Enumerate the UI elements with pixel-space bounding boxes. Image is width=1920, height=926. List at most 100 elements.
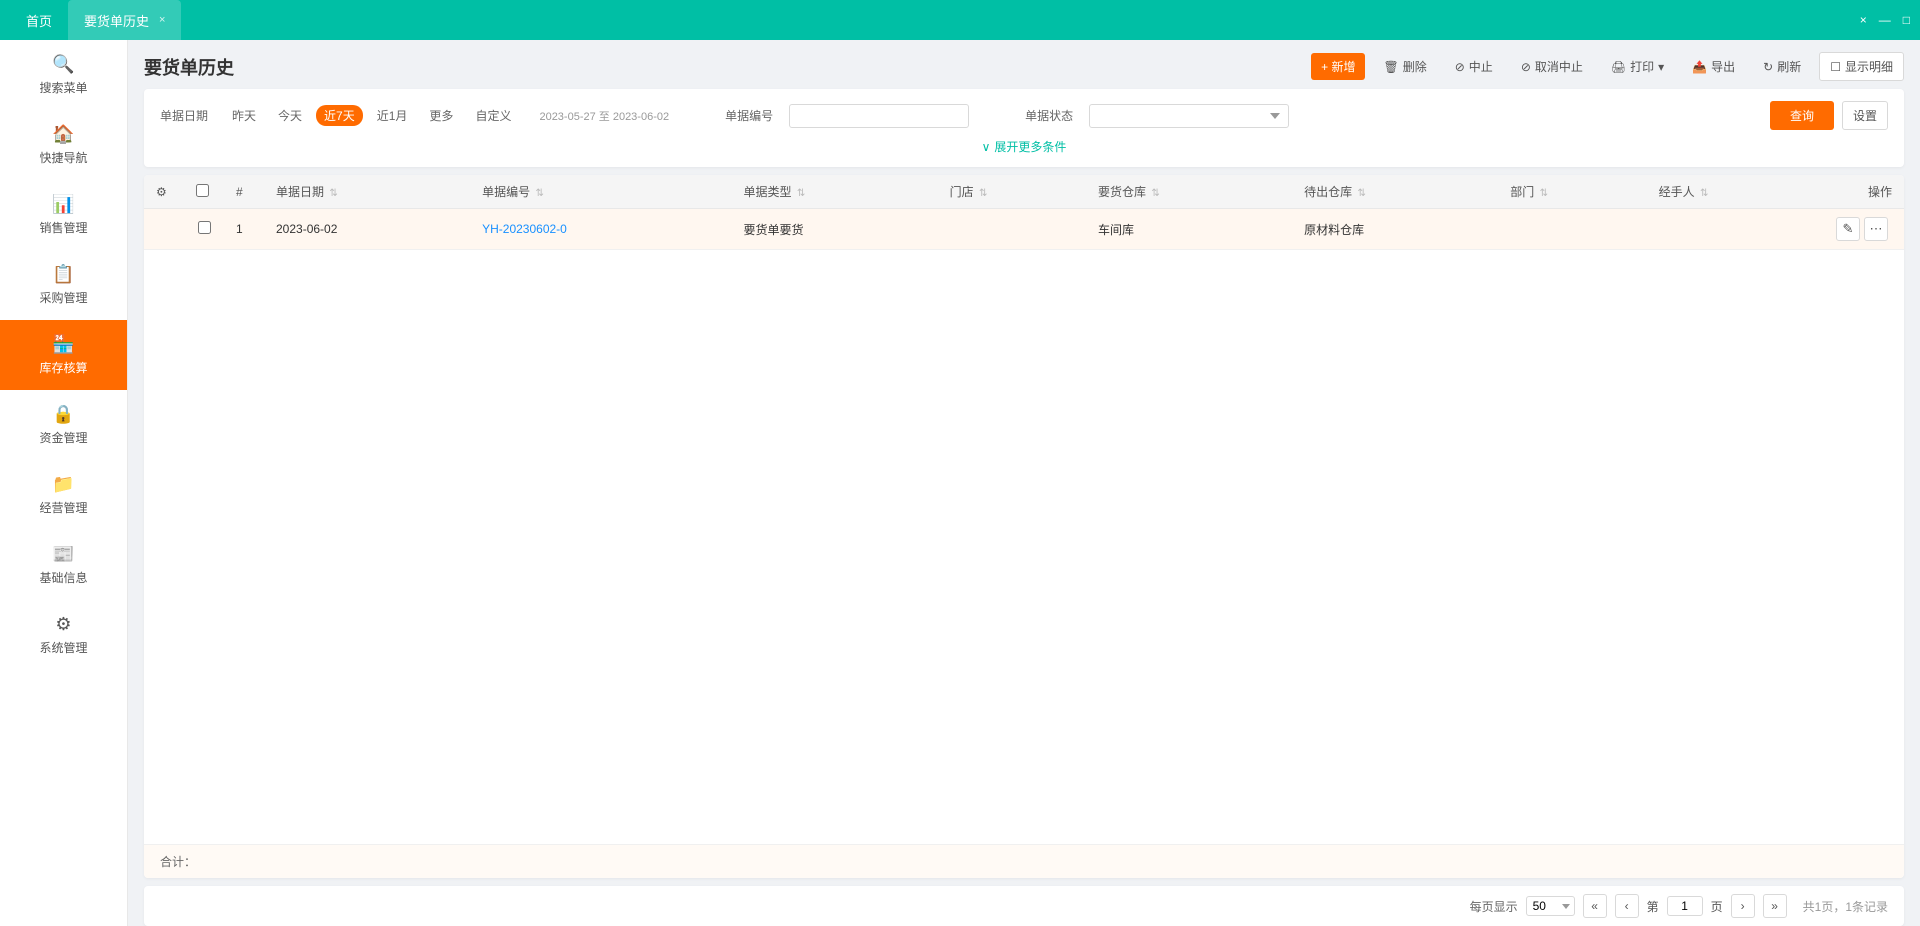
th-store: 门店 ⇅ bbox=[938, 175, 1086, 209]
th-settings[interactable]: ⚙ bbox=[144, 175, 184, 209]
sort-doc-date-icon[interactable]: ⇅ bbox=[329, 188, 337, 199]
sidebar-item-system-mgmt[interactable]: ⚙ 系统管理 bbox=[0, 600, 127, 670]
sort-doc-number-icon[interactable]: ⇅ bbox=[535, 188, 543, 199]
sidebar-item-operations-mgmt[interactable]: 📁 经营管理 bbox=[0, 460, 127, 530]
date-opt-today[interactable]: 今天 bbox=[270, 105, 310, 126]
page-size-select[interactable]: 50 10 20 100 bbox=[1526, 896, 1575, 916]
settings-button[interactable]: 设置 bbox=[1842, 101, 1888, 130]
sort-pending-warehouse-icon[interactable]: ⇅ bbox=[1357, 188, 1365, 199]
date-opt-yesterday[interactable]: 昨天 bbox=[224, 105, 264, 126]
date-opt-more[interactable]: 更多 bbox=[421, 105, 461, 126]
doc-number-input[interactable] bbox=[789, 104, 969, 128]
date-opt-1month[interactable]: 近1月 bbox=[369, 105, 416, 126]
toolbar: + 新增 🗑 删除 ⊘ 中止 ⊘ 取消中止 🖨 打印 ▾ 📤 导出 bbox=[1311, 52, 1904, 81]
tab-home[interactable]: 首页 bbox=[10, 0, 68, 40]
sidebar-item-search-menu[interactable]: 🔍 搜索菜单 bbox=[0, 40, 127, 110]
refresh-icon: ↻ bbox=[1763, 60, 1773, 74]
sort-doc-type-icon[interactable]: ⇅ bbox=[797, 188, 805, 199]
quick-nav-icon: 🏠 bbox=[52, 124, 74, 145]
page-header: 要货单历史 + 新增 🗑 删除 ⊘ 中止 ⊘ 取消中止 🖨 打印 ▾ 📤 bbox=[128, 40, 1920, 89]
row-pending-warehouse: 原材料仓库 bbox=[1292, 209, 1498, 250]
row-index: 1 bbox=[224, 209, 264, 250]
window-controls: × — □ bbox=[1860, 13, 1910, 27]
sort-department-icon[interactable]: ⇅ bbox=[1540, 188, 1548, 199]
checkbox-display-icon: ☐ bbox=[1830, 60, 1841, 74]
doc-status-select[interactable] bbox=[1089, 104, 1289, 128]
table-scroll[interactable]: ⚙ # 单据日期 ⇅ 单据编号 ⇅ bbox=[144, 175, 1904, 844]
row-checkbox bbox=[184, 209, 224, 250]
doc-number-link[interactable]: YH-20230602-0 bbox=[482, 222, 567, 236]
window-minimize-icon[interactable]: — bbox=[1879, 13, 1891, 27]
row-ops: ✎ ⋯ bbox=[1836, 217, 1892, 241]
tab-requisition-history[interactable]: 要货单历史 × bbox=[68, 0, 181, 40]
sort-req-warehouse-icon[interactable]: ⇅ bbox=[1151, 188, 1159, 199]
window-restore-icon[interactable]: □ bbox=[1903, 13, 1910, 27]
cancel-stop-button[interactable]: ⊘ 取消中止 bbox=[1511, 53, 1593, 80]
date-opt-custom[interactable]: 自定义 bbox=[467, 105, 519, 126]
row-handler bbox=[1647, 209, 1824, 250]
page-size-label: 每页显示 bbox=[1470, 898, 1518, 915]
sidebar-item-system-mgmt-label: 系统管理 bbox=[39, 639, 87, 656]
window-close-icon[interactable]: × bbox=[1860, 13, 1867, 27]
expand-row: ∨ 展开更多条件 bbox=[160, 138, 1888, 155]
sidebar: 🔍 搜索菜单 🏠 快捷导航 📊 销售管理 📋 采购管理 🏪 库存核算 🔒 资金管… bbox=[0, 40, 128, 926]
row-more-button[interactable]: ⋯ bbox=[1864, 217, 1888, 241]
sidebar-item-finance-mgmt[interactable]: 🔒 资金管理 bbox=[0, 390, 127, 460]
export-icon: 📤 bbox=[1692, 60, 1707, 74]
search-menu-icon: 🔍 bbox=[52, 54, 74, 75]
doc-status-label: 单据状态 bbox=[1025, 107, 1073, 124]
delete-icon: 🗑 bbox=[1383, 60, 1398, 74]
tab-home-label: 首页 bbox=[26, 11, 52, 30]
row-select-checkbox[interactable] bbox=[198, 221, 211, 234]
filter-bar: 单据日期 昨天 今天 近7天 近1月 更多 自定义 2023-05-27 至 2… bbox=[144, 89, 1904, 167]
row-edit-button[interactable]: ✎ bbox=[1836, 217, 1860, 241]
sidebar-item-basic-info[interactable]: 📰 基础信息 bbox=[0, 530, 127, 600]
th-handler: 经手人 ⇅ bbox=[1647, 175, 1824, 209]
th-pending-warehouse: 待出仓库 ⇅ bbox=[1292, 175, 1498, 209]
sidebar-item-finance-mgmt-label: 资金管理 bbox=[39, 429, 87, 446]
print-button[interactable]: 🖨 打印 ▾ bbox=[1601, 53, 1674, 80]
th-doc-number: 单据编号 ⇅ bbox=[470, 175, 731, 209]
tab-requisition-history-label: 要货单历史 bbox=[84, 11, 149, 30]
display-detail-button[interactable]: ☐ 显示明细 bbox=[1819, 52, 1904, 81]
prev-page-button[interactable]: ‹ bbox=[1615, 894, 1639, 918]
tab-close-icon[interactable]: × bbox=[159, 14, 165, 26]
stop-button[interactable]: ⊘ 中止 bbox=[1445, 53, 1503, 80]
header-row: ⚙ # 单据日期 ⇅ 单据编号 ⇅ bbox=[144, 175, 1904, 209]
sidebar-item-sales-mgmt[interactable]: 📊 销售管理 bbox=[0, 180, 127, 250]
main-content: 要货单历史 + 新增 🗑 删除 ⊘ 中止 ⊘ 取消中止 🖨 打印 ▾ 📤 bbox=[128, 40, 1920, 926]
first-page-button[interactable]: « bbox=[1583, 894, 1607, 918]
sidebar-item-quick-nav[interactable]: 🏠 快捷导航 bbox=[0, 110, 127, 180]
select-all-checkbox[interactable] bbox=[196, 184, 209, 197]
date-range-display: 2023-05-27 至 2023-06-02 bbox=[539, 108, 669, 124]
data-table: ⚙ # 单据日期 ⇅ 单据编号 ⇅ bbox=[144, 175, 1904, 250]
query-button[interactable]: 查询 bbox=[1770, 101, 1834, 130]
add-button[interactable]: + 新增 bbox=[1311, 53, 1365, 80]
refresh-button[interactable]: ↻ 刷新 bbox=[1753, 53, 1811, 80]
th-doc-date: 单据日期 ⇅ bbox=[264, 175, 470, 209]
table-row: 1 2023-06-02 YH-20230602-0 要货单要货 车间库 原材料… bbox=[144, 209, 1904, 250]
filter-row-1: 单据日期 昨天 今天 近7天 近1月 更多 自定义 2023-05-27 至 2… bbox=[160, 101, 1888, 130]
delete-button[interactable]: 🗑 删除 bbox=[1373, 53, 1436, 80]
sidebar-item-inventory-mgmt[interactable]: 🏪 库存核算 bbox=[0, 320, 127, 390]
date-opt-7days[interactable]: 近7天 bbox=[316, 105, 363, 126]
export-button[interactable]: 📤 导出 bbox=[1682, 53, 1745, 80]
sales-mgmt-icon: 📊 bbox=[52, 194, 74, 215]
page-number-input[interactable] bbox=[1667, 896, 1703, 916]
sidebar-item-search-menu-label: 搜索菜单 bbox=[39, 79, 87, 96]
expand-more-button[interactable]: ∨ 展开更多条件 bbox=[982, 138, 1067, 155]
cancel-stop-icon: ⊘ bbox=[1521, 60, 1531, 74]
sort-store-icon[interactable]: ⇅ bbox=[979, 188, 987, 199]
total-info: 共1页，1条记录 bbox=[1803, 898, 1888, 915]
next-page-button[interactable]: › bbox=[1731, 894, 1755, 918]
last-page-button[interactable]: » bbox=[1763, 894, 1787, 918]
sidebar-item-quick-nav-label: 快捷导航 bbox=[39, 149, 87, 166]
sidebar-item-purchase-mgmt[interactable]: 📋 采购管理 bbox=[0, 250, 127, 320]
stop-icon: ⊘ bbox=[1455, 60, 1465, 74]
purchase-mgmt-icon: 📋 bbox=[52, 264, 74, 285]
row-doc-date: 2023-06-02 bbox=[264, 209, 470, 250]
sort-handler-icon[interactable]: ⇅ bbox=[1700, 188, 1708, 199]
table-footer: 合计： bbox=[144, 844, 1904, 878]
row-operations: ✎ ⋯ bbox=[1824, 209, 1904, 250]
th-req-warehouse: 要货仓库 ⇅ bbox=[1086, 175, 1292, 209]
